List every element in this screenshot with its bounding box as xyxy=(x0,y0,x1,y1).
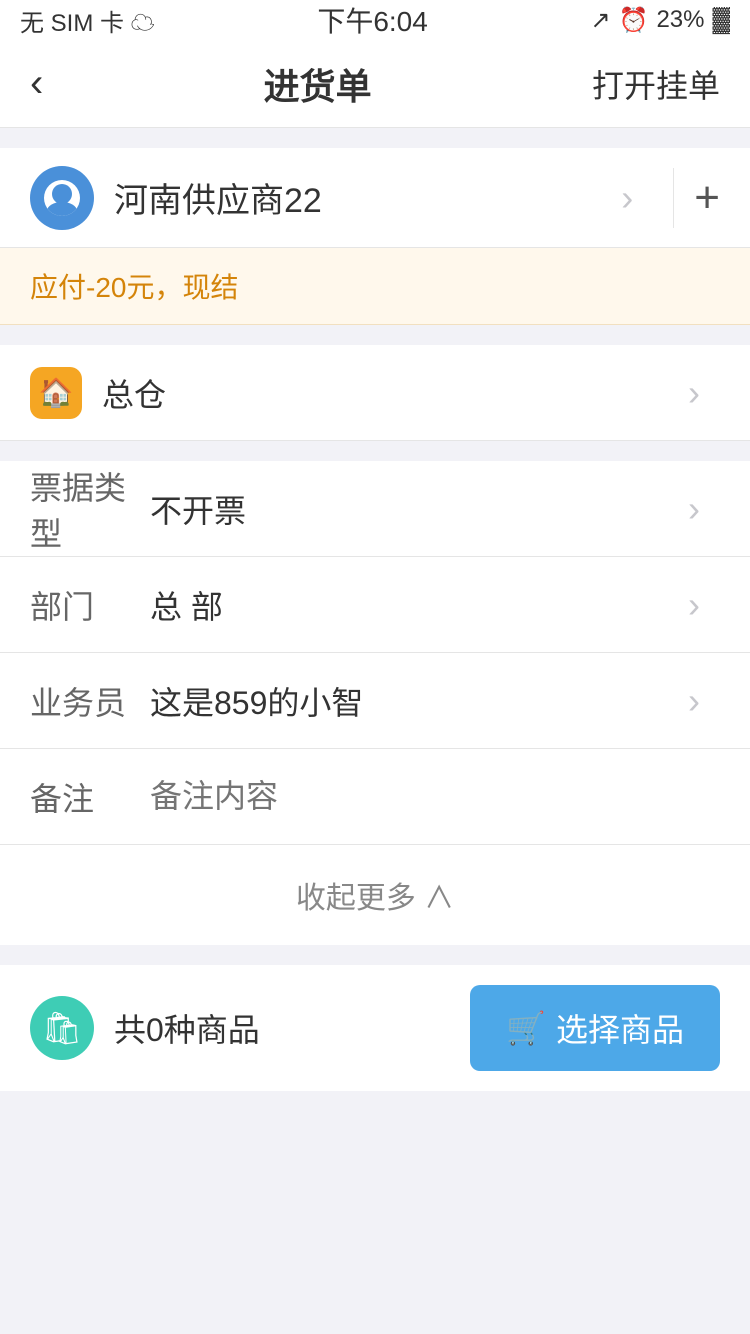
supplier-name: 河南供应商22 xyxy=(114,173,621,222)
collapse-label: 收起更多 ∧ xyxy=(296,882,454,915)
status-bar-time: 下午6:04 xyxy=(317,0,428,40)
salesperson-value: 这是859的小智 xyxy=(150,678,688,724)
salesperson-label: 业务员 xyxy=(30,678,150,724)
salesperson-chevron-icon: › xyxy=(688,680,700,722)
department-label: 部门 xyxy=(30,582,150,628)
battery-icon: ▓ xyxy=(713,6,731,34)
gap-3 xyxy=(0,441,750,461)
open-pending-button[interactable]: 打开挂单 xyxy=(592,61,720,107)
select-product-label: 选择商品 xyxy=(556,1005,684,1051)
alarm-icon: ⏰ xyxy=(619,6,649,35)
remark-row[interactable]: 备注 xyxy=(0,749,750,845)
salesperson-row[interactable]: 业务员 这是859的小智 › xyxy=(0,653,750,749)
warehouse-row[interactable]: 🏠 总仓 › xyxy=(0,345,750,441)
shopping-bag-icon: 🛍 xyxy=(42,1009,83,1047)
back-button[interactable]: ‹ xyxy=(30,61,43,106)
page-title: 进货单 xyxy=(264,58,372,110)
invoice-type-chevron-icon: › xyxy=(688,488,700,530)
location-icon: ↗ xyxy=(590,6,610,35)
product-bar: 🛍 共0种商品 🛒 选择商品 xyxy=(0,965,750,1091)
battery-label: 23% xyxy=(656,6,704,34)
remark-input[interactable] xyxy=(150,778,720,815)
warehouse-icon-bg: 🏠 xyxy=(30,367,82,419)
collapse-button[interactable]: 收起更多 ∧ xyxy=(0,845,750,945)
product-icon-bg: 🛍 xyxy=(30,996,94,1060)
status-bar-right: ↗ ⏰ 23% ▓ xyxy=(590,6,730,35)
nav-bar: ‹ 进货单 打开挂单 xyxy=(0,40,750,128)
warehouse-chevron-icon: › xyxy=(688,372,700,414)
warehouse-section: 🏠 总仓 › xyxy=(0,345,750,441)
product-count-label: 共0种商品 xyxy=(114,1005,470,1051)
supplier-section: 河南供应商22 › + 应付-20元，现结 xyxy=(0,148,750,325)
supplier-row[interactable]: 河南供应商22 › + xyxy=(0,148,750,248)
warehouse-value: 总仓 xyxy=(102,370,688,416)
vertical-divider xyxy=(673,168,674,228)
status-bar-left: 无 SIM 卡 ☁ xyxy=(20,3,155,38)
status-bar: 无 SIM 卡 ☁ 下午6:04 ↗ ⏰ 23% ▓ xyxy=(0,0,750,40)
house-icon: 🏠 xyxy=(39,376,74,409)
notice-text: 应付-20元，现结 xyxy=(30,272,238,303)
department-value: 总 部 xyxy=(150,582,688,628)
notice-bar: 应付-20元，现结 xyxy=(0,248,750,325)
invoice-type-value: 不开票 xyxy=(150,486,688,532)
gap-top xyxy=(0,128,750,148)
add-supplier-button[interactable]: + xyxy=(694,173,720,223)
supplier-avatar xyxy=(30,166,94,230)
select-product-cart-icon: 🛒 xyxy=(506,1009,546,1047)
department-row[interactable]: 部门 总 部 › xyxy=(0,557,750,653)
supplier-chevron-icon: › xyxy=(621,177,633,219)
form-section: 票据类型 不开票 › 部门 总 部 › 业务员 这是859的小智 › 备注 收起… xyxy=(0,461,750,945)
invoice-type-label: 票据类型 xyxy=(30,463,150,555)
avatar-person-icon xyxy=(44,180,80,216)
remark-label: 备注 xyxy=(30,774,150,820)
gap-2 xyxy=(0,325,750,345)
sim-label: 无 SIM 卡 ☁ xyxy=(20,3,155,38)
invoice-type-row[interactable]: 票据类型 不开票 › xyxy=(0,461,750,557)
department-chevron-icon: › xyxy=(688,584,700,626)
select-product-button[interactable]: 🛒 选择商品 xyxy=(470,985,720,1071)
